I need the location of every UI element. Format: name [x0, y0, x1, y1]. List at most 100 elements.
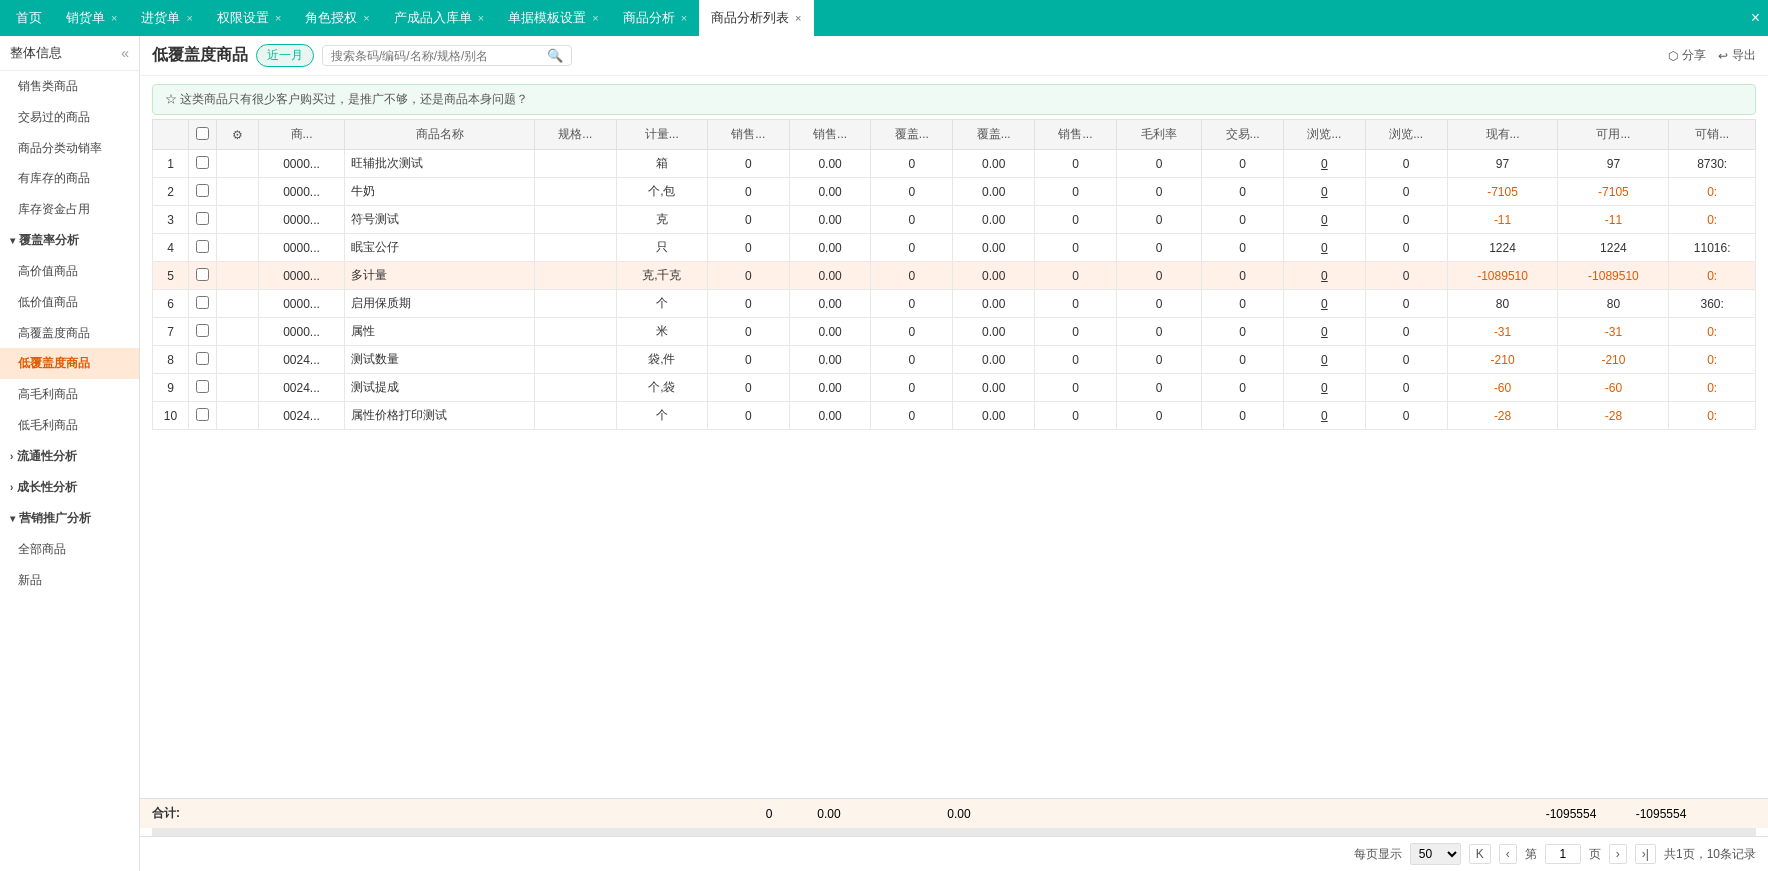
col-header-available[interactable]: 可用...: [1558, 120, 1669, 150]
select-all-checkbox[interactable]: [196, 127, 209, 140]
sidebar-item-low-profit[interactable]: 低毛利商品: [0, 410, 139, 441]
nav-tab-role[interactable]: 角色授权 ×: [293, 0, 381, 36]
sidebar-section-growth[interactable]: › 成长性分析: [0, 472, 139, 503]
close-goods-analysis-list-icon[interactable]: ×: [795, 12, 801, 24]
row-checkbox[interactable]: [196, 156, 209, 169]
sidebar-section-marketing[interactable]: ▾ 营销推广分析: [0, 503, 139, 534]
close-sales-icon[interactable]: ×: [111, 12, 117, 24]
row-spec: [534, 178, 616, 206]
last-page-button[interactable]: ›|: [1635, 844, 1656, 864]
col-header-cov1[interactable]: 覆盖...: [871, 120, 953, 150]
col-header-saleable[interactable]: 可销...: [1669, 120, 1756, 150]
search-input[interactable]: [331, 49, 547, 63]
close-role-icon[interactable]: ×: [363, 12, 369, 24]
col-header-unit[interactable]: 计量...: [616, 120, 707, 150]
row-checkbox[interactable]: [196, 268, 209, 281]
row-available: -210: [1558, 346, 1669, 374]
col-header-browse1[interactable]: 浏览...: [1283, 120, 1365, 150]
row-current: -60: [1447, 374, 1558, 402]
col-header-current[interactable]: 现有...: [1447, 120, 1558, 150]
total-sales-qty: 0: [739, 807, 799, 821]
sidebar-item-sales-goods[interactable]: 销售类商品: [0, 71, 139, 102]
row-code: 0000...: [258, 234, 344, 262]
next-page-button[interactable]: ›: [1609, 844, 1627, 864]
row-code: 0000...: [258, 178, 344, 206]
sidebar-item-all-goods[interactable]: 全部商品: [0, 534, 139, 565]
growth-arrow-icon: ›: [10, 482, 13, 493]
nav-tab-permission[interactable]: 权限设置 ×: [205, 0, 293, 36]
row-saleable: 0:: [1669, 262, 1756, 290]
row-trade: 0: [1202, 402, 1284, 430]
row-checkbox[interactable]: [196, 296, 209, 309]
nav-tab-goods-analysis[interactable]: 商品分析 ×: [611, 0, 699, 36]
col-header-trade[interactable]: 交易...: [1202, 120, 1284, 150]
sidebar-title: 整体信息: [10, 44, 62, 62]
first-page-button[interactable]: K: [1469, 844, 1491, 864]
col-header-gross-rate[interactable]: 毛利率: [1116, 120, 1201, 150]
sidebar-item-traded-goods[interactable]: 交易过的商品: [0, 102, 139, 133]
nav-tab-home[interactable]: 首页: [4, 0, 54, 36]
nav-tab-sales[interactable]: 销货单 ×: [54, 0, 129, 36]
sidebar-section-coverage[interactable]: ▾ 覆盖率分析: [0, 225, 139, 256]
row-cov2: 0.00: [953, 318, 1035, 346]
row-checkbox[interactable]: [196, 408, 209, 421]
footer-total: 合计: 0 0.00 0.00 -1095554 -1095554: [140, 798, 1768, 828]
row-sales-qty: 0: [707, 374, 789, 402]
window-close-button[interactable]: ×: [1751, 9, 1760, 27]
sidebar-collapse-button[interactable]: «: [121, 45, 129, 61]
sidebar-item-high-value[interactable]: 高价值商品: [0, 256, 139, 287]
row-checkbox[interactable]: [196, 324, 209, 337]
sidebar-item-low-value[interactable]: 低价值商品: [0, 287, 139, 318]
row-trade: 0: [1202, 206, 1284, 234]
row-checkbox[interactable]: [196, 184, 209, 197]
sidebar-item-inventory-capital[interactable]: 库存资金占用: [0, 194, 139, 225]
scrollbar[interactable]: [152, 828, 1756, 836]
row-available: -60: [1558, 374, 1669, 402]
close-purchase-icon[interactable]: ×: [186, 12, 192, 24]
row-cov2: 0.00: [953, 346, 1035, 374]
row-checkbox[interactable]: [196, 380, 209, 393]
row-sales-amt: 0.00: [789, 262, 871, 290]
close-goods-analysis-icon[interactable]: ×: [681, 12, 687, 24]
row-code: 0024...: [258, 374, 344, 402]
col-header-browse2[interactable]: 浏览...: [1365, 120, 1447, 150]
row-code: 0024...: [258, 402, 344, 430]
col-header-sales-amt[interactable]: 销售...: [789, 120, 871, 150]
sidebar-item-high-profit[interactable]: 高毛利商品: [0, 379, 139, 410]
sidebar-item-new-goods[interactable]: 新品: [0, 565, 139, 596]
close-permission-icon[interactable]: ×: [275, 12, 281, 24]
row-checkbox[interactable]: [196, 212, 209, 225]
nav-tab-purchase[interactable]: 进货单 ×: [129, 0, 204, 36]
col-header-spec[interactable]: 规格...: [534, 120, 616, 150]
prev-page-button[interactable]: ‹: [1499, 844, 1517, 864]
sidebar-item-inventory-goods[interactable]: 有库存的商品: [0, 163, 139, 194]
row-check: [189, 178, 217, 206]
col-header-code[interactable]: 商...: [258, 120, 344, 150]
sidebar-item-low-coverage[interactable]: 低覆盖度商品: [0, 348, 139, 379]
row-unit: 箱: [616, 150, 707, 178]
share-button[interactable]: ⬡ 分享: [1668, 47, 1706, 64]
sidebar-section-flow[interactable]: › 流通性分析: [0, 441, 139, 472]
col-header-sales-qty[interactable]: 销售...: [707, 120, 789, 150]
filter-recent-month-button[interactable]: 近一月: [256, 44, 314, 67]
per-page-select[interactable]: 50 20 100: [1410, 843, 1461, 865]
page-input[interactable]: [1545, 844, 1581, 864]
col-header-name[interactable]: 商品名称: [345, 120, 535, 150]
row-spec: [534, 206, 616, 234]
row-checkbox[interactable]: [196, 240, 209, 253]
sidebar-item-goods-turnover[interactable]: 商品分类动销率: [0, 133, 139, 164]
export-button[interactable]: ↩ 导出: [1718, 47, 1756, 64]
pagination: 每页显示 50 20 100 K ‹ 第 页 › ›| 共1页，10条记录: [140, 836, 1768, 871]
row-spec: [534, 318, 616, 346]
close-product-entry-icon[interactable]: ×: [478, 12, 484, 24]
col-header-settings[interactable]: ⚙: [217, 120, 259, 150]
close-bill-template-icon[interactable]: ×: [592, 12, 598, 24]
row-settings: [217, 234, 259, 262]
col-header-cov2[interactable]: 覆盖...: [953, 120, 1035, 150]
row-checkbox[interactable]: [196, 352, 209, 365]
sidebar-item-high-coverage[interactable]: 高覆盖度商品: [0, 318, 139, 349]
nav-tab-product-entry[interactable]: 产成品入库单 ×: [382, 0, 496, 36]
col-header-sales-x[interactable]: 销售...: [1035, 120, 1117, 150]
nav-tab-goods-analysis-list[interactable]: 商品分析列表 ×: [699, 0, 813, 36]
nav-tab-bill-template[interactable]: 单据模板设置 ×: [496, 0, 610, 36]
